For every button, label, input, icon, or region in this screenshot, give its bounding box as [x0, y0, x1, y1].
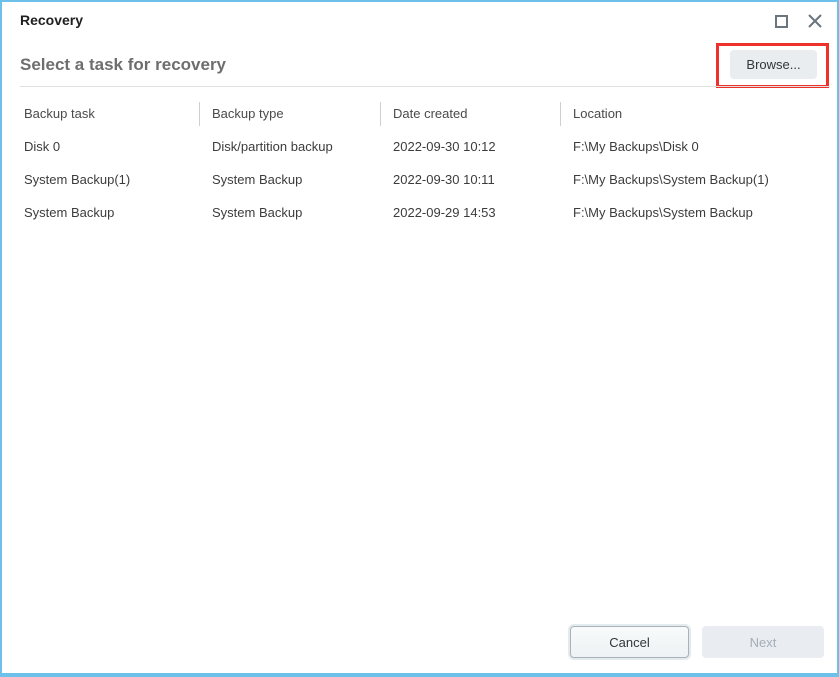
backup-task-table: Backup task Backup type Date created Loc… [22, 97, 829, 229]
column-header-backup-type: Backup type [199, 101, 380, 126]
cell-date-created: 2022-09-29 14:53 [393, 205, 496, 220]
cell-backup-type: System Backup [212, 172, 303, 187]
recovery-dialog: Recovery Select a task for recovery Brow… [0, 0, 839, 677]
column-header-date-created: Date created [380, 101, 560, 126]
page-title: Select a task for recovery [20, 55, 227, 74]
maximize-icon [774, 14, 788, 28]
window-title: Recovery [20, 12, 84, 28]
column-separator [380, 101, 381, 126]
title-bar: Recovery [2, 2, 837, 42]
next-button[interactable]: Next [702, 626, 824, 658]
cell-backup-task: System Backup [24, 205, 115, 220]
table-row-disk-0[interactable]: Disk 0 Disk/partition backup 2022-09-30 … [22, 130, 829, 163]
maximize-button[interactable] [771, 11, 791, 31]
column-header-location: Location [560, 101, 829, 126]
cell-backup-type: System Backup [212, 205, 303, 220]
browse-button[interactable]: Browse... [730, 50, 817, 79]
window-controls [771, 11, 825, 31]
cancel-button[interactable]: Cancel [570, 626, 689, 658]
cell-location: F:\My Backups\Disk 0 [573, 139, 699, 154]
close-icon [808, 14, 822, 28]
cell-location: F:\My Backups\System Backup(1) [573, 172, 769, 187]
table-row-system-backup[interactable]: System Backup System Backup 2022-09-29 1… [22, 196, 829, 229]
cell-backup-task: Disk 0 [24, 139, 61, 154]
table-header-row: Backup task Backup type Date created Loc… [22, 97, 829, 130]
table-body: Disk 0 Disk/partition backup 2022-09-30 … [22, 130, 829, 229]
column-separator [199, 101, 200, 126]
cell-backup-type: Disk/partition backup [212, 139, 333, 154]
cell-date-created: 2022-09-30 10:11 [393, 172, 495, 187]
cell-location: F:\My Backups\System Backup [573, 205, 753, 220]
table-row-system-backup-1[interactable]: System Backup(1) System Backup 2022-09-3… [22, 163, 829, 196]
close-button[interactable] [805, 11, 825, 31]
cell-date-created: 2022-09-30 10:12 [393, 139, 496, 154]
column-header-backup-task: Backup task [24, 106, 95, 121]
column-separator [560, 101, 561, 126]
cell-backup-task: System Backup(1) [24, 172, 131, 187]
heading-divider [20, 86, 830, 87]
